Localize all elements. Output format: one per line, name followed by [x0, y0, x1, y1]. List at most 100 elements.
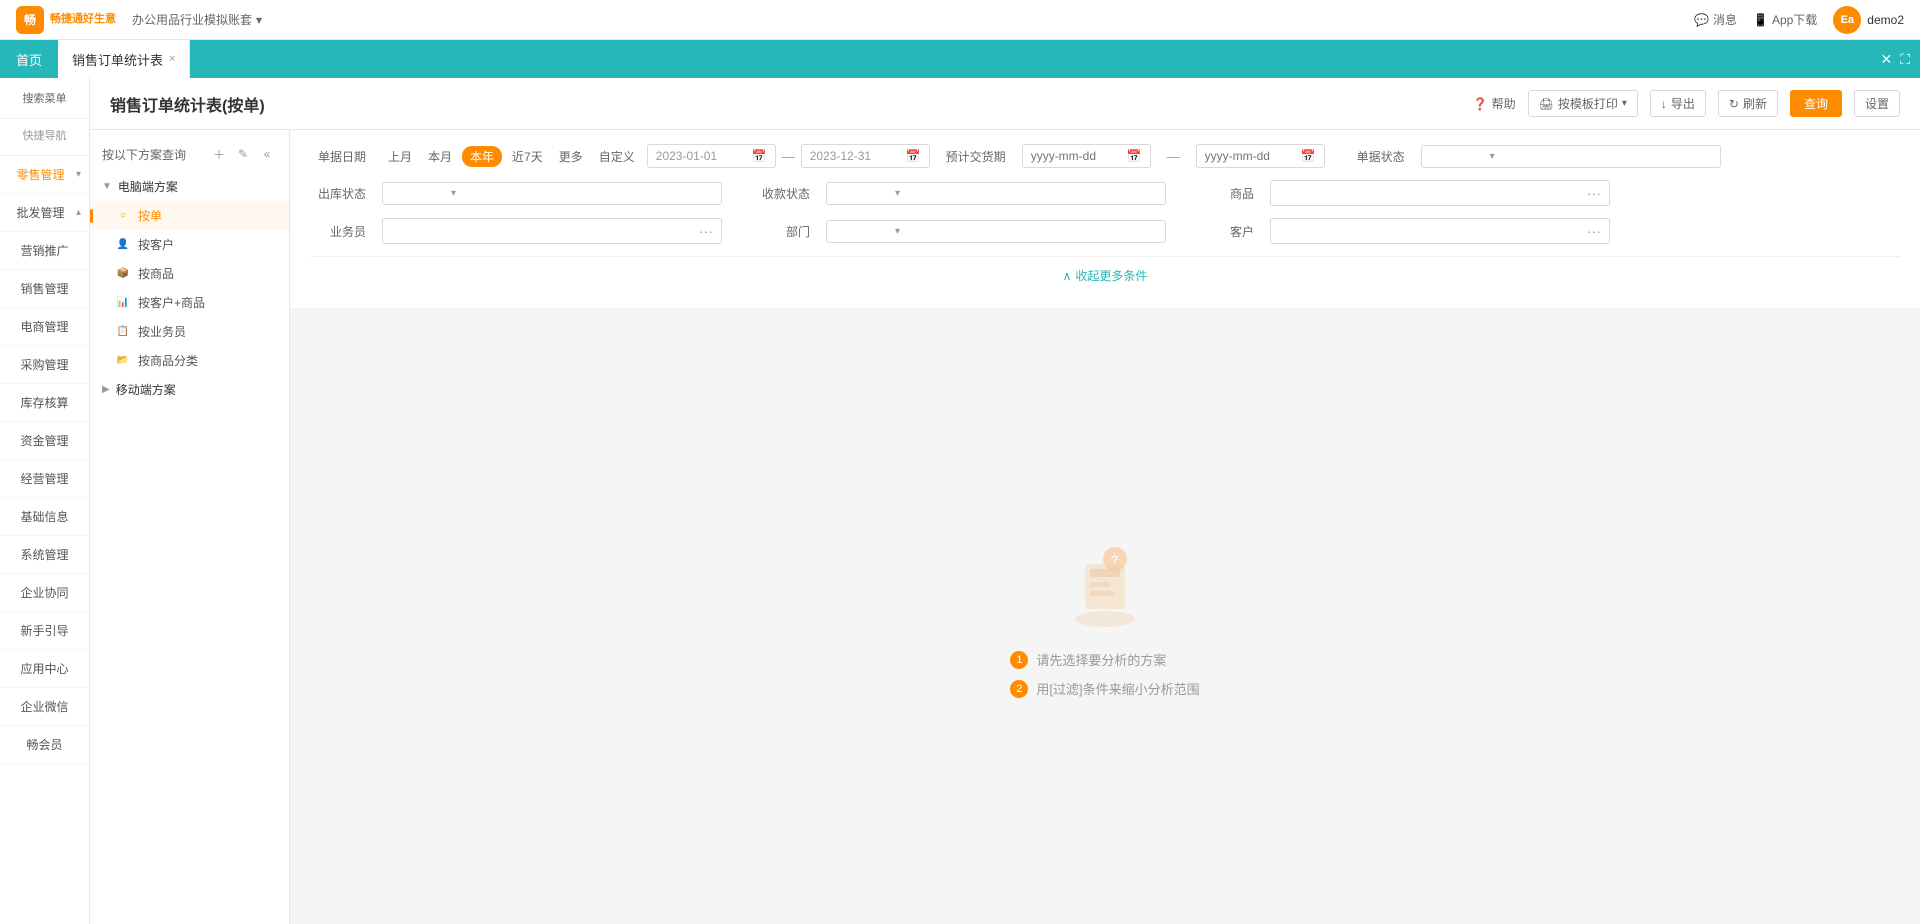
- collapse-scheme-button[interactable]: «: [257, 144, 277, 164]
- date-btn-last-month[interactable]: 上月: [382, 146, 418, 167]
- tab-home[interactable]: 首页: [0, 40, 58, 78]
- date-btn-this-year[interactable]: 本年: [462, 146, 502, 167]
- shipment-select[interactable]: ▾: [382, 182, 722, 205]
- pc-scheme-group-header[interactable]: ▼ 电脑端方案: [90, 172, 289, 201]
- empty-tips: 1 请先选择要分析的方案 2 用[过滤]条件来缩小分析范围: [1010, 650, 1199, 698]
- dept-label: 部门: [754, 223, 810, 240]
- message-button[interactable]: 💬 消息: [1694, 11, 1737, 28]
- filter-row-3: 业务员 ··· 部门 ▾ 客户 ···: [310, 218, 1900, 244]
- app-download-button[interactable]: 📱 App下载: [1753, 11, 1817, 28]
- date-btn-more[interactable]: 更多: [553, 146, 589, 167]
- app-selector[interactable]: 办公用品行业模拟账套 ▾: [126, 9, 268, 30]
- customer-select-dots[interactable]: ···: [1587, 223, 1601, 239]
- sidebar-item-inventory[interactable]: 库存核算: [0, 384, 89, 422]
- staff-input[interactable]: [391, 224, 691, 238]
- sidebar-item-newguide[interactable]: 新手引导: [0, 612, 89, 650]
- tab-sales-order-stats[interactable]: 销售订单统计表 ×: [58, 40, 190, 78]
- sidebar-item-corpwx[interactable]: 企业微信: [0, 688, 89, 726]
- refresh-icon: ↻: [1729, 97, 1739, 111]
- close-tab-button[interactable]: ✕: [1880, 51, 1892, 68]
- scheme-item-by-goods[interactable]: 📦 按商品: [90, 259, 289, 288]
- settings-button[interactable]: 设置: [1854, 90, 1900, 117]
- scheme-item-by-staff[interactable]: 📋 按业务员: [90, 317, 289, 346]
- date-from-input[interactable]: [656, 149, 746, 163]
- sidebar-item-appcenter[interactable]: 应用中心: [0, 650, 89, 688]
- filter-area: 单据日期 上月 本月 本年 近7天 更多 自定义: [290, 130, 1920, 308]
- sidebar-item-marketing-label: 营销推广: [20, 242, 68, 259]
- help-icon: ❓: [1473, 97, 1488, 111]
- goods-select-dots[interactable]: ···: [1587, 185, 1601, 201]
- fullscreen-button[interactable]: ⛶: [1900, 51, 1910, 68]
- expected-date-from-input[interactable]: [1031, 149, 1121, 163]
- expected-date-sep: —: [1167, 149, 1180, 164]
- scheme-item-by-customer-goods[interactable]: 📊 按客户+商品: [90, 288, 289, 317]
- help-button[interactable]: ❓ 帮助: [1473, 95, 1516, 112]
- scheme-panel-header: 按以下方案查询 ＋ ✎ «: [90, 140, 289, 172]
- scheme-item-by-goods-label: 按商品: [138, 265, 174, 282]
- empty-illustration: ?: [1055, 534, 1155, 634]
- page-header: 销售订单统计表(按单) ❓ 帮助 🖨 按模板打印 ▾ ↓ 导出 ↻ 刷新: [90, 78, 1920, 130]
- export-button[interactable]: ↓ 导出: [1650, 90, 1706, 117]
- topbar-left: 畅 畅捷通好生意 办公用品行业模拟账套 ▾: [16, 6, 268, 34]
- add-scheme-button[interactable]: ＋: [209, 144, 229, 164]
- sidebar-item-marketing[interactable]: 营销推广: [0, 232, 89, 270]
- tabbar: 首页 销售订单统计表 × ✕ ⛶: [0, 40, 1920, 78]
- collapse-bar[interactable]: ∧ 收起更多条件: [310, 256, 1900, 294]
- payment-select[interactable]: ▾: [826, 182, 1166, 205]
- goods-input[interactable]: [1279, 186, 1579, 200]
- filter-row-2: 出库状态 ▾ 收款状态 ▾ 商品 ···: [310, 180, 1900, 206]
- dept-select-arrow: ▾: [895, 226, 900, 237]
- quick-nav-label: 快捷导航: [8, 123, 81, 147]
- sidebar-item-basics[interactable]: 基础信息: [0, 498, 89, 536]
- staff-label: 业务员: [310, 223, 366, 240]
- customer-input[interactable]: [1279, 224, 1579, 238]
- home-tab-label: 首页: [16, 50, 42, 69]
- scheme-item-by-order-label: 按单: [138, 207, 162, 224]
- sidebar-item-sales[interactable]: 销售管理: [0, 270, 89, 308]
- date-btn-custom[interactable]: 自定义: [593, 146, 641, 167]
- sidebar-item-newguide-label: 新手引导: [20, 622, 68, 639]
- sidebar-item-system[interactable]: 系统管理: [0, 536, 89, 574]
- date-btn-this-month[interactable]: 本月: [422, 146, 458, 167]
- edit-scheme-button[interactable]: ✎: [233, 144, 253, 164]
- scheme-item-by-staff-label: 按业务员: [138, 323, 186, 340]
- sidebar-item-wholesale[interactable]: 批发管理 ▴: [0, 194, 89, 232]
- filter-date-area: 上月 本月 本年 近7天 更多 自定义 📅 —: [382, 144, 930, 168]
- expected-date-to-input[interactable]: [1205, 149, 1295, 163]
- refresh-button[interactable]: ↻ 刷新: [1718, 90, 1778, 117]
- date-label: 单据日期: [310, 148, 366, 165]
- date-btn-last-7days[interactable]: 近7天: [506, 146, 549, 167]
- customer-label: 客户: [1198, 223, 1254, 240]
- sidebar-item-finance[interactable]: 资金管理: [0, 422, 89, 460]
- main-layout: 搜索菜单 快捷导航 零售管理 ▾ 批发管理 ▴ 营销推广 销售管理 电商管理 采…: [0, 78, 1920, 924]
- sidebar-item-enterprise[interactable]: 企业协同: [0, 574, 89, 612]
- dept-select[interactable]: ▾: [826, 220, 1166, 243]
- calendar-icon: 📅: [752, 149, 767, 163]
- status-select[interactable]: ▾: [1421, 145, 1721, 168]
- sidebar-item-finance-label: 资金管理: [20, 432, 68, 449]
- print-template-button[interactable]: 🖨 按模板打印 ▾: [1528, 90, 1638, 117]
- tab-close-icon[interactable]: ×: [169, 53, 175, 65]
- logo-area: 畅 畅捷通好生意: [16, 6, 116, 34]
- user-area[interactable]: Ea demo2: [1833, 6, 1904, 34]
- sidebar-item-ecommerce[interactable]: 电商管理: [0, 308, 89, 346]
- query-button[interactable]: 查询: [1790, 90, 1842, 117]
- sidebar-item-operations[interactable]: 经营管理: [0, 460, 89, 498]
- sidebar-item-retail[interactable]: 零售管理 ▾: [0, 156, 89, 194]
- scheme-item-by-customer[interactable]: 👤 按客户: [90, 230, 289, 259]
- search-menu-button[interactable]: 搜索菜单: [8, 86, 81, 110]
- scheme-panel-title: 按以下方案查询: [102, 146, 186, 163]
- calendar-icon-4: 📅: [1301, 149, 1316, 163]
- mobile-scheme-group-header[interactable]: ▶ 移动端方案: [90, 375, 289, 404]
- scheme-item-by-order[interactable]: ○ 按单: [90, 201, 289, 230]
- sidebar-item-member[interactable]: 畅会员: [0, 726, 89, 764]
- goods-label: 商品: [1198, 185, 1254, 202]
- tabbar-actions: ✕ ⛶: [1870, 40, 1920, 78]
- sidebar-item-purchase[interactable]: 采购管理: [0, 346, 89, 384]
- scheme-item-by-goods-category[interactable]: 📂 按商品分类: [90, 346, 289, 375]
- chevron-down-icon: ▾: [256, 13, 262, 27]
- date-to-input[interactable]: [810, 149, 900, 163]
- empty-tip-2: 2 用[过滤]条件来缩小分析范围: [1010, 679, 1199, 698]
- sidebar-item-member-label: 畅会员: [26, 736, 62, 753]
- staff-select-dots[interactable]: ···: [699, 223, 713, 239]
